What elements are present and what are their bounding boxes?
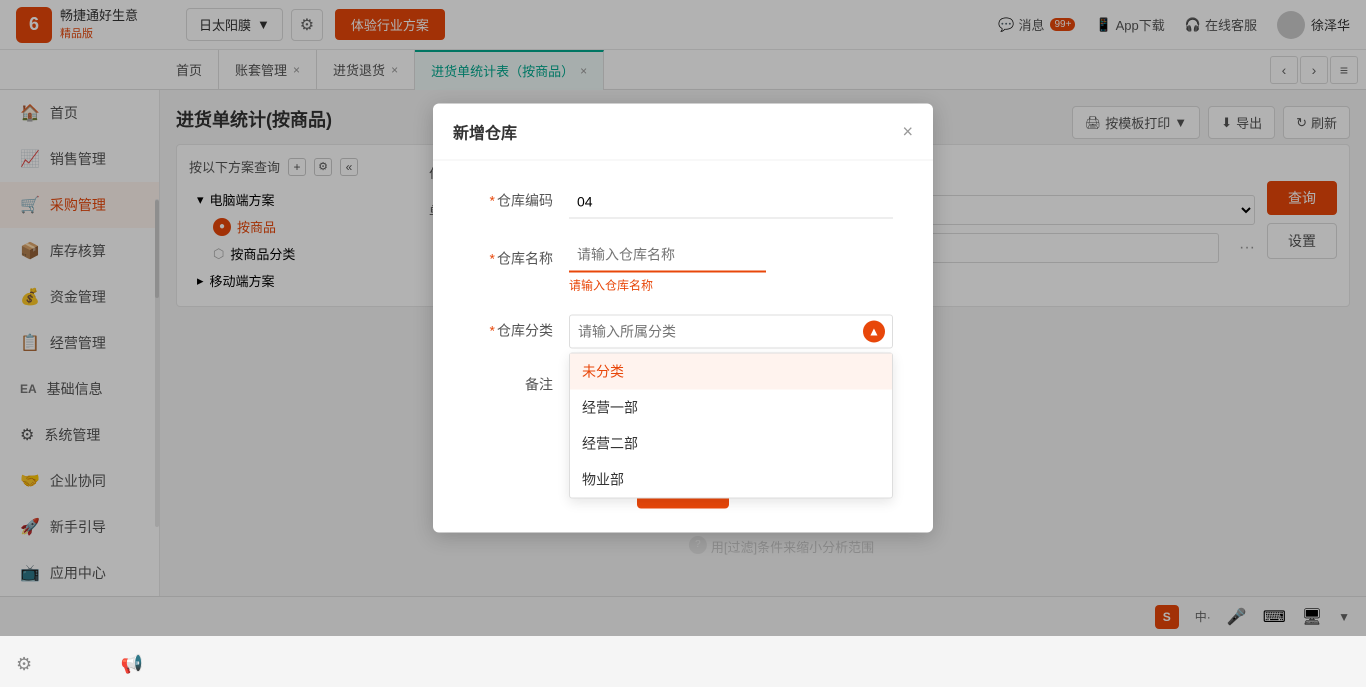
name-row: *仓库名称 请输入仓库名称 (473, 239, 893, 295)
code-label: *仓库编码 (473, 185, 553, 211)
dialog-header: 新增仓库 × (433, 104, 933, 161)
name-input-row: *仓库名称 (473, 239, 766, 273)
name-label: *仓库名称 (473, 243, 553, 269)
name-error-msg: 请输入仓库名称 (569, 279, 653, 293)
settings-icon[interactable]: ⚙ (16, 654, 32, 675)
category-row: *仓库分类 ▲ 未分类 经营一部 经营二部 物业部 (473, 315, 893, 349)
code-input[interactable] (569, 185, 893, 219)
dropdown-item-2[interactable]: 经营二部 (570, 426, 892, 462)
sidebar-bottom: ⚙ 📢 (0, 642, 159, 687)
category-input[interactable] (569, 315, 893, 349)
dropdown-item-3[interactable]: 物业部 (570, 462, 892, 498)
note-label: 备注 (473, 369, 553, 395)
dialog-title: 新增仓库 (453, 120, 517, 144)
speaker-icon[interactable]: 📢 (121, 654, 143, 675)
name-input[interactable] (569, 239, 766, 273)
dialog-body: *仓库编码 *仓库名称 请输入仓库名称 *仓库分类 ▲ (433, 161, 933, 473)
category-label: *仓库分类 (473, 315, 553, 341)
dropdown-item-1[interactable]: 经营一部 (570, 390, 892, 426)
new-warehouse-dialog: 新增仓库 × *仓库编码 *仓库名称 请输入仓库名称 *仓库 (433, 104, 933, 533)
category-input-wrap: ▲ 未分类 经营一部 经营二部 物业部 (569, 315, 893, 349)
dropdown-item-0[interactable]: 未分类 (570, 354, 892, 390)
dialog-close-button[interactable]: × (902, 121, 913, 142)
name-error-row: 请输入仓库名称 (473, 277, 653, 295)
code-row: *仓库编码 (473, 185, 893, 219)
category-toggle-button[interactable]: ▲ (863, 321, 885, 343)
category-dropdown: 未分类 经营一部 经营二部 物业部 (569, 353, 893, 499)
